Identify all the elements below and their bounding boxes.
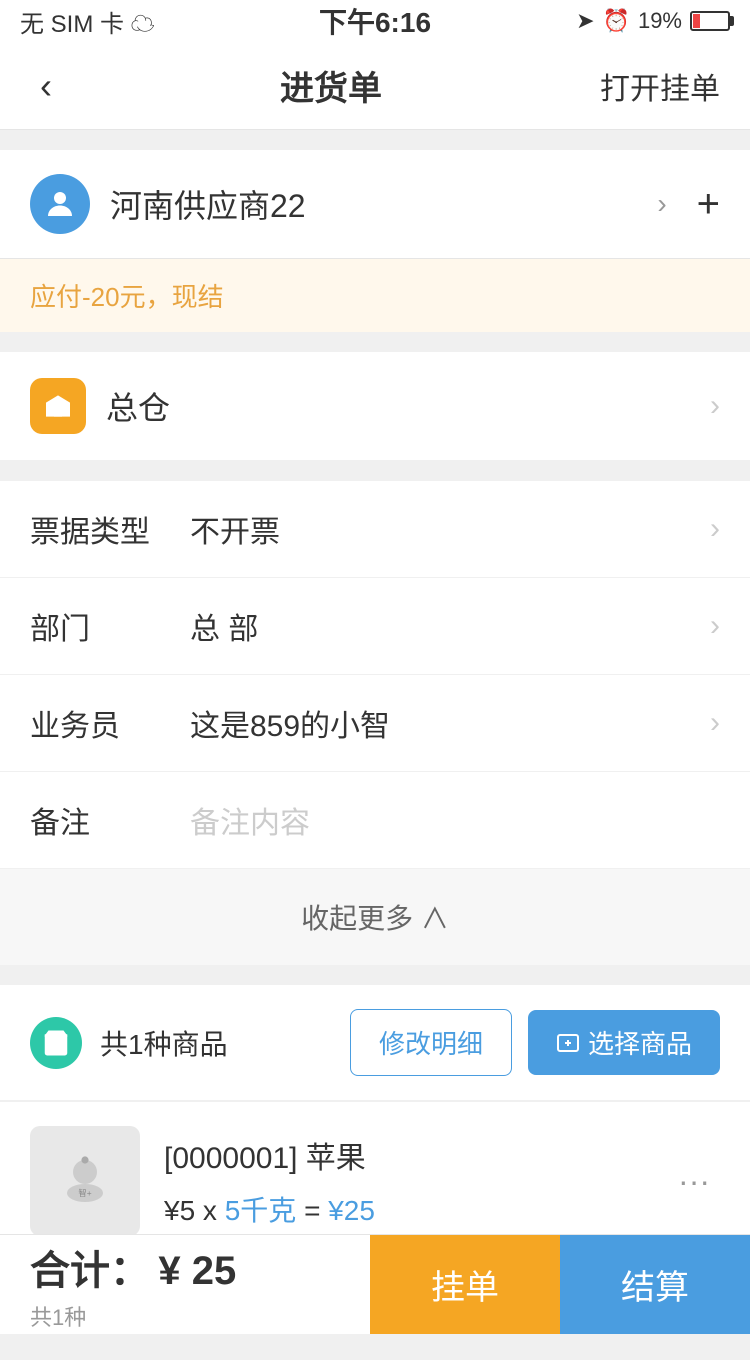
supplier-notice: 应付-20元，现结 (0, 259, 750, 332)
collapse-button[interactable]: 收起更多 ∧ (0, 869, 750, 965)
product-thumbnail: 智+ (30, 1126, 140, 1236)
agent-label: 业务员 (30, 701, 170, 745)
alarm-icon: ⏰ (603, 8, 630, 34)
remark-label: 备注 (30, 798, 170, 842)
product-header: 共1种商品 修改明细 选择商品 (0, 985, 750, 1100)
product-default-icon: 智+ (55, 1151, 115, 1211)
product-info: [0000001] 苹果 ¥5 x 5千克 = ¥25 (164, 1133, 668, 1229)
product-more-button[interactable]: ··· (668, 1153, 720, 1210)
product-quantity: 5千克 (225, 1195, 297, 1226)
product-count: 共1种商品 (100, 1023, 350, 1063)
section-gap-3 (0, 461, 750, 481)
sim-status: 无 SIM 卡 ☁ (20, 4, 155, 39)
supplier-section: 河南供应商22 › + 应付-20元，现结 (0, 150, 750, 332)
warehouse-row[interactable]: 总仓 › (0, 352, 750, 461)
supplier-name: 河南供应商22 (110, 181, 657, 227)
location-icon: ➤ (576, 8, 594, 34)
department-row[interactable]: 部门 总 部 › (0, 578, 750, 675)
select-product-button[interactable]: 选择商品 (528, 1010, 720, 1075)
status-right: ➤ ⏰ 19% (576, 8, 730, 34)
battery-percent: 19% (638, 8, 682, 34)
product-subtotal: ¥25 (328, 1195, 375, 1226)
ticket-type-value: 不开票 (170, 507, 710, 551)
department-chevron-icon: › (710, 609, 720, 643)
section-gap-2 (0, 332, 750, 352)
status-time: 下午6:16 (319, 1, 431, 41)
remark-row[interactable]: 备注 备注内容 (0, 772, 750, 869)
supplier-avatar (30, 174, 90, 234)
department-label: 部门 (30, 604, 170, 648)
warehouse-chevron-icon: › (710, 389, 720, 423)
status-left: 无 SIM 卡 ☁ (20, 4, 155, 39)
ticket-type-label: 票据类型 (30, 507, 170, 551)
product-price-row: ¥5 x 5千克 = ¥25 (164, 1189, 668, 1229)
page-title: 进货单 (280, 61, 382, 110)
edit-detail-button[interactable]: 修改明细 (350, 1009, 512, 1076)
agent-row[interactable]: 业务员 这是859的小智 › (0, 675, 750, 772)
checkout-button[interactable]: 结算 (560, 1235, 750, 1334)
agent-chevron-icon: › (710, 706, 720, 740)
warehouse-icon (42, 390, 74, 422)
ticket-type-chevron-icon: › (710, 512, 720, 546)
person-icon (42, 186, 78, 222)
total-amount: ¥ 25 (158, 1249, 236, 1293)
bottom-bar: 合计： ¥ 25 共1种 挂单 结算 (0, 1234, 750, 1334)
ticket-type-row[interactable]: 票据类型 不开票 › (0, 481, 750, 578)
warehouse-section: 总仓 › (0, 352, 750, 461)
product-unit-price: ¥5 x (164, 1195, 225, 1226)
product-icon-bg (30, 1017, 82, 1069)
suspend-button[interactable]: 挂单 (370, 1235, 560, 1334)
select-product-label: 选择商品 (588, 1024, 692, 1061)
nav-bar: ‹ 进货单 打开挂单 (0, 42, 750, 130)
warehouse-name: 总仓 (106, 383, 710, 429)
open-suspend-button[interactable]: 打开挂单 (600, 64, 720, 108)
status-bar: 无 SIM 卡 ☁ 下午6:16 ➤ ⏰ 19% (0, 0, 750, 42)
form-section: 票据类型 不开票 › 部门 总 部 › 业务员 这是859的小智 › 备注 备注… (0, 481, 750, 869)
agent-value: 这是859的小智 (170, 701, 710, 745)
warehouse-icon-bg (30, 378, 86, 434)
product-equals: = (304, 1195, 328, 1226)
remark-input[interactable]: 备注内容 (170, 798, 720, 842)
add-supplier-button[interactable]: + (697, 182, 720, 227)
product-name: [0000001] 苹果 (164, 1133, 668, 1177)
product-title: 苹果 (306, 1142, 366, 1175)
bottom-total: 合计： ¥ 25 共1种 (0, 1235, 370, 1334)
supplier-row[interactable]: 河南供应商22 › + (0, 150, 750, 259)
back-button[interactable]: ‹ (30, 55, 62, 117)
section-gap-4 (0, 965, 750, 985)
section-gap-1 (0, 130, 750, 150)
total-label: 合计： (30, 1249, 150, 1293)
supplier-chevron-icon: › (657, 188, 666, 220)
product-code: [0000001] (164, 1142, 306, 1175)
select-product-icon (556, 1031, 580, 1055)
total-count: 共1种 (30, 1300, 340, 1332)
department-value: 总 部 (170, 604, 710, 648)
total-amount-display: 合计： ¥ 25 (30, 1238, 340, 1296)
cart-icon (41, 1028, 71, 1058)
battery-icon (690, 11, 730, 31)
svg-text:智+: 智+ (78, 1188, 91, 1198)
